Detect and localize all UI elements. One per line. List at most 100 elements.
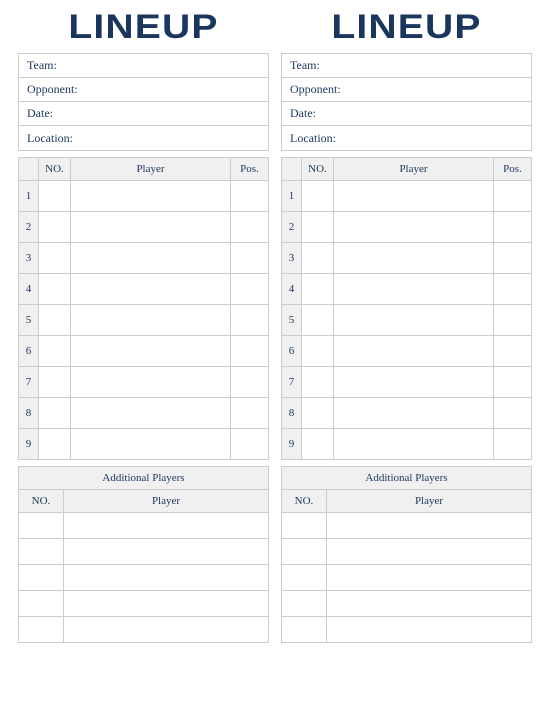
cell-player[interactable] [64,565,269,591]
cell-player[interactable] [334,243,494,274]
roster-row: 2 [282,212,532,243]
cell-player[interactable] [334,212,494,243]
cell-no[interactable] [39,398,71,429]
cell-player[interactable] [64,539,269,565]
cell-player[interactable] [71,367,231,398]
cell-no[interactable] [39,212,71,243]
field-date[interactable]: Date: [282,102,531,126]
cell-no[interactable] [39,181,71,212]
cell-no[interactable] [302,429,334,460]
cell-pos[interactable] [231,243,269,274]
cell-no[interactable] [302,243,334,274]
cell-no[interactable] [19,539,64,565]
cell-pos[interactable] [494,398,532,429]
cell-pos[interactable] [231,367,269,398]
cell-pos[interactable] [494,181,532,212]
roster-row: 4 [19,274,269,305]
cell-no[interactable] [302,181,334,212]
roster-row: 8 [19,398,269,429]
cell-no[interactable] [19,565,64,591]
cell-player[interactable] [334,305,494,336]
cell-pos[interactable] [231,398,269,429]
cell-player[interactable] [334,274,494,305]
cell-no[interactable] [39,429,71,460]
cell-player[interactable] [71,398,231,429]
cell-no[interactable] [302,398,334,429]
field-location[interactable]: Location: [282,126,531,150]
cell-pos[interactable] [494,336,532,367]
cell-player[interactable] [327,565,532,591]
lineup-card-left: LINEUP Team: Opponent: Date: Location: N… [18,8,269,694]
field-opponent[interactable]: Opponent: [282,78,531,102]
cell-no[interactable] [39,243,71,274]
cell-no[interactable] [19,617,64,643]
cell-player[interactable] [334,367,494,398]
cell-pos[interactable] [231,336,269,367]
cell-no[interactable] [19,591,64,617]
cell-player[interactable] [71,305,231,336]
header-order [19,158,39,181]
cell-no[interactable] [302,305,334,336]
cell-player[interactable] [334,181,494,212]
cell-pos[interactable] [231,181,269,212]
cell-pos[interactable] [231,274,269,305]
cell-order: 4 [19,274,39,305]
additional-title: Additional Players [19,467,269,490]
cell-no[interactable] [39,367,71,398]
cell-pos[interactable] [494,367,532,398]
cell-no[interactable] [39,336,71,367]
cell-no[interactable] [282,513,327,539]
cell-no[interactable] [302,367,334,398]
cell-player[interactable] [71,181,231,212]
cell-pos[interactable] [231,429,269,460]
cell-player[interactable] [64,591,269,617]
cell-no[interactable] [282,591,327,617]
cell-pos[interactable] [231,212,269,243]
cell-no[interactable] [302,336,334,367]
cell-player[interactable] [327,539,532,565]
field-date[interactable]: Date: [19,102,268,126]
cell-player[interactable] [334,429,494,460]
cell-player[interactable] [71,243,231,274]
cell-player[interactable] [71,336,231,367]
roster-row: 3 [19,243,269,274]
header-player: Player [71,158,231,181]
roster-row: 4 [282,274,532,305]
cell-player[interactable] [334,336,494,367]
cell-player[interactable] [327,513,532,539]
roster-table: NO. Player Pos. 1 2 3 4 [18,157,269,460]
cell-player[interactable] [64,617,269,643]
cell-no[interactable] [39,274,71,305]
roster-body: 1 2 3 4 5 [19,181,269,460]
cell-no[interactable] [282,617,327,643]
cell-order: 2 [19,212,39,243]
cell-player[interactable] [327,591,532,617]
cell-pos[interactable] [494,212,532,243]
field-location[interactable]: Location: [19,126,268,150]
cell-pos[interactable] [494,429,532,460]
additional-header-player: Player [64,490,269,513]
field-team[interactable]: Team: [19,54,268,78]
cell-no[interactable] [282,539,327,565]
cell-player[interactable] [71,429,231,460]
cell-no[interactable] [19,513,64,539]
cell-pos[interactable] [494,305,532,336]
cell-player[interactable] [64,513,269,539]
cell-no[interactable] [39,305,71,336]
field-opponent[interactable]: Opponent: [19,78,268,102]
cell-pos[interactable] [494,274,532,305]
field-team[interactable]: Team: [282,54,531,78]
cell-player[interactable] [71,212,231,243]
cell-no[interactable] [282,565,327,591]
cell-player[interactable] [327,617,532,643]
additional-body [282,513,532,643]
roster-row: 3 [282,243,532,274]
cell-player[interactable] [334,398,494,429]
cell-player[interactable] [71,274,231,305]
cell-pos[interactable] [494,243,532,274]
cell-pos[interactable] [231,305,269,336]
cell-no[interactable] [302,212,334,243]
cell-order: 7 [19,367,39,398]
additional-row [282,565,532,591]
cell-no[interactable] [302,274,334,305]
